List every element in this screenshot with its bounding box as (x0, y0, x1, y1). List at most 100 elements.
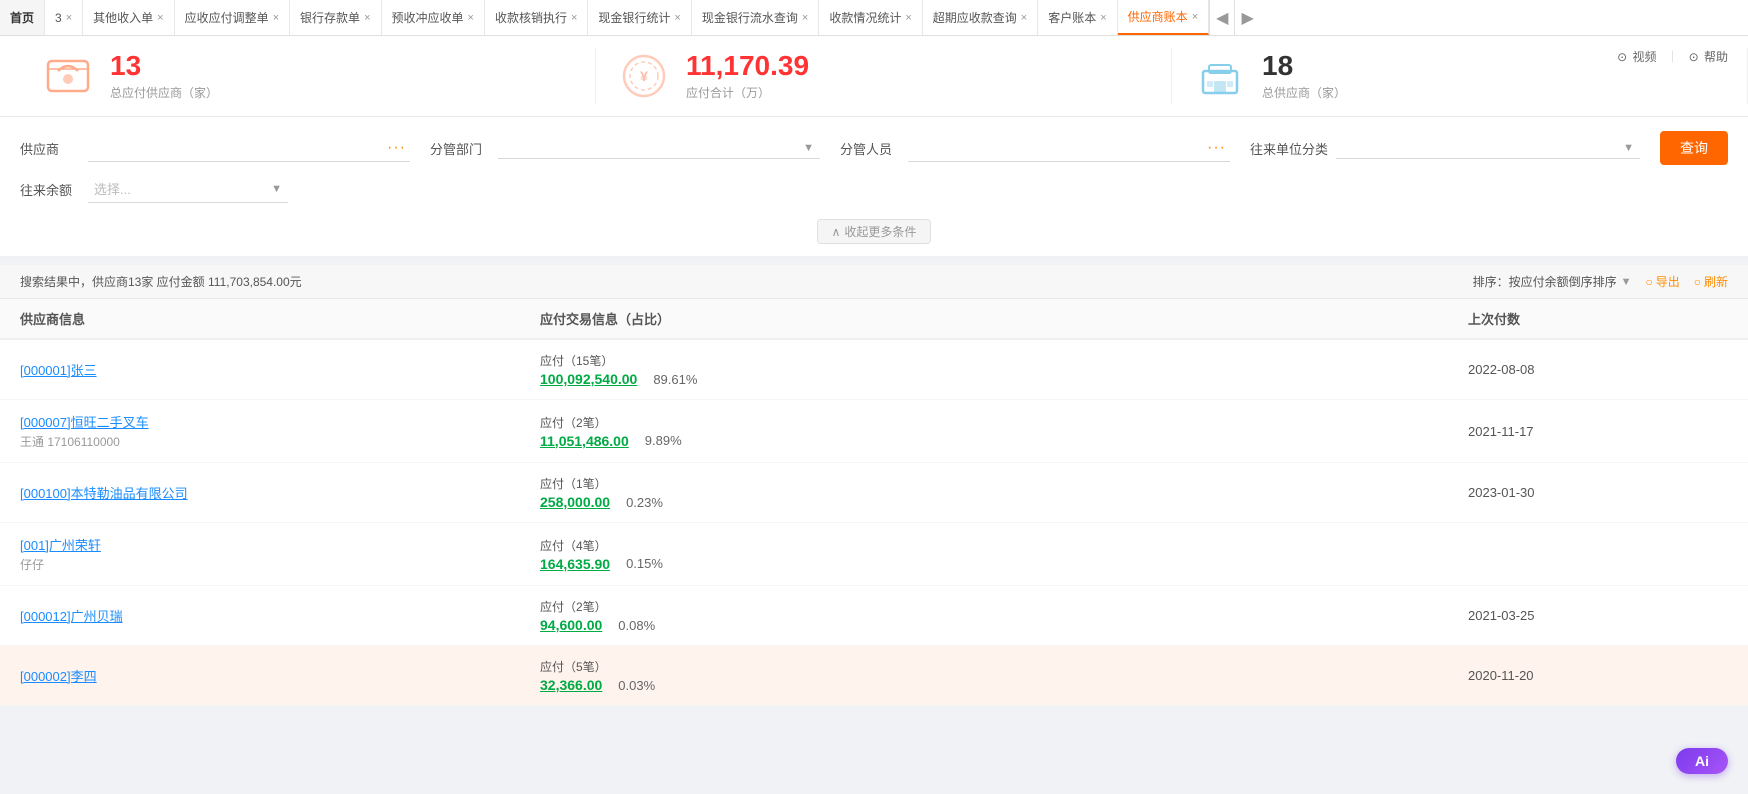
col-header-lastpay: 上次付数 (1468, 309, 1728, 328)
nav-next-arrow[interactable]: ▶ (1234, 0, 1259, 35)
collapse-up-icon: ∧ (832, 225, 841, 239)
supplier-link-6[interactable]: [000002]李四 (20, 669, 97, 684)
tx-percent-5: 0.08% (618, 618, 655, 633)
refresh-button[interactable]: ○ 刷新 (1694, 273, 1728, 290)
refresh-icon: ○ (1694, 275, 1701, 289)
tx-amount-4[interactable]: 164,635.90 (540, 556, 610, 572)
sort-control[interactable]: 排序：按应付余额倒序排序 ▼ (1473, 273, 1632, 290)
filter-row-1: 供应商 ··· 分管部门 ▼ 分管人员 ··· 往来单位分类 (20, 131, 1728, 165)
nav-tab-receipt-stat[interactable]: 收款情况统计 × (819, 0, 922, 35)
tx-label-4: 应付（4笔） (540, 537, 1468, 554)
ap-adjustment-label: 应收应付调整单 (185, 9, 269, 26)
nav-tab-other-income[interactable]: 其他收入单 × (83, 0, 174, 35)
supplier-input[interactable] (92, 136, 387, 159)
nav-tab-overdue-query[interactable]: 超期应收款查询 × (923, 0, 1038, 35)
table-row[interactable]: [000100]本特勒油品有限公司 应付（1笔） 258,000.00 0.23… (0, 463, 1748, 523)
customer-account-close-icon[interactable]: × (1100, 12, 1106, 24)
export-icon: ○ (1645, 275, 1652, 289)
tx-amount-5[interactable]: 94,600.00 (540, 617, 602, 633)
nav-tab-customer-account[interactable]: 客户账本 × (1038, 0, 1117, 35)
tx-percent-3: 0.23% (626, 495, 663, 510)
stat-info-total-suppliers: 18 总供应商（家） (1262, 52, 1346, 101)
last-pay-6: 2020-11-20 (1468, 668, 1728, 683)
supplier-link-3[interactable]: [000100]本特勒油品有限公司 (20, 486, 188, 501)
nav-tab-ap-adjustment[interactable]: 应收应付调整单 × (175, 0, 290, 35)
video-link[interactable]: ⊙ 视频 (1617, 48, 1656, 65)
cash-bank-stat-close-icon[interactable]: × (674, 12, 680, 24)
collapse-label: 收起更多条件 (844, 223, 916, 240)
bank-deposit-label: 银行存款单 (300, 9, 360, 26)
nav-tab-supplier-account[interactable]: 供应商账本 × (1118, 0, 1209, 35)
supplier-link-4[interactable]: [001]广州荣轩 (20, 538, 101, 553)
export-button[interactable]: ○ 导出 (1645, 273, 1679, 290)
table-row[interactable]: [001]广州荣轩 仔仔 应付（4笔） 164,635.90 0.15% (0, 523, 1748, 586)
video-circle-icon: ⊙ (1617, 50, 1627, 64)
tx-amount-1[interactable]: 100,092,540.00 (540, 371, 637, 387)
ap-total-icon: ¥ (616, 48, 672, 104)
nav-prev-arrow[interactable]: ◀ (1209, 0, 1234, 35)
other-income-close-icon[interactable]: × (157, 12, 163, 24)
tx-info-5: 应付（2笔） 94,600.00 0.08% (540, 598, 1468, 633)
stat-label-payable: 总应付供应商（家） (110, 84, 218, 101)
table-row[interactable]: [000007]恒旺二手叉车 王通 17106110000 应付（2笔） 11,… (0, 400, 1748, 463)
help-link[interactable]: ⊙ 帮助 (1689, 48, 1728, 65)
tx-info-4: 应付（4笔） 164,635.90 0.15% (540, 537, 1468, 572)
nav-tab-bank-deposit[interactable]: 银行存款单 × (290, 0, 381, 35)
overdue-query-label: 超期应收款查询 (933, 9, 1017, 26)
search-button[interactable]: 查询 (1660, 131, 1728, 165)
cash-bank-stat-label: 现金银行统计 (598, 9, 670, 26)
tx-amount-3[interactable]: 258,000.00 (540, 494, 610, 510)
tab3-close-icon[interactable]: × (66, 12, 72, 24)
supplier-info-3: [000100]本特勒油品有限公司 (20, 483, 540, 502)
home-label: 首页 (10, 9, 34, 26)
person-input[interactable] (912, 136, 1207, 159)
supplier-info-5: [000012]广州贝瑞 (20, 606, 540, 625)
overdue-query-close-icon[interactable]: × (1021, 12, 1027, 24)
tx-amount-6[interactable]: 32,366.00 (540, 677, 602, 693)
result-actions: 排序：按应付余额倒序排序 ▼ ○ 导出 ○ 刷新 (1473, 273, 1728, 290)
nav-tab-cash-bank-stat[interactable]: 现金银行统计 × (588, 0, 691, 35)
advance-receive-close-icon[interactable]: × (468, 12, 474, 24)
customer-account-label: 客户账本 (1048, 9, 1096, 26)
tx-percent-2: 9.89% (645, 433, 682, 448)
stat-label-ap-total: 应付合计（万） (686, 84, 809, 101)
dept-label: 分管部门 (430, 139, 490, 158)
bank-deposit-close-icon[interactable]: × (364, 12, 370, 24)
person-dots-icon[interactable]: ··· (1207, 139, 1226, 157)
cash-bank-flow-label: 现金银行流水查询 (702, 9, 798, 26)
tx-amount-2[interactable]: 11,051,486.00 (540, 433, 629, 449)
supplier-account-close-icon[interactable]: × (1192, 11, 1198, 23)
cash-bank-flow-close-icon[interactable]: × (802, 12, 808, 24)
dept-select[interactable]: ▼ (498, 138, 820, 159)
help-circle-icon: ⊙ (1689, 50, 1699, 64)
nav-tab-receipt-verify[interactable]: 收款核销执行 × (485, 0, 588, 35)
receipt-stat-close-icon[interactable]: × (905, 12, 911, 24)
table-row[interactable]: [000012]广州贝瑞 应付（2笔） 94,600.00 0.08% 2021… (0, 586, 1748, 646)
nav-tab-cash-bank-flow[interactable]: 现金银行流水查询 × (692, 0, 819, 35)
top-navigation: 首页 3 × 其他收入单 × 应收应付调整单 × 银行存款单 × 预收冲应收单 … (0, 0, 1748, 36)
tx-row-2: 11,051,486.00 9.89% (540, 433, 1468, 449)
advance-receive-label: 预收冲应收单 (392, 9, 464, 26)
col-header-supplier: 供应商信息 (20, 309, 540, 328)
table-row[interactable]: [000002]李四 应付（5笔） 32,366.00 0.03% 2020-1… (0, 646, 1748, 706)
supplier-link-1[interactable]: [000001]张三 (20, 363, 97, 378)
balance-select[interactable]: 选择... ▼ (88, 175, 288, 203)
nav-tab-3[interactable]: 3 × (45, 0, 83, 35)
nav-tab-advance-receive[interactable]: 预收冲应收单 × (382, 0, 485, 35)
ap-adjustment-close-icon[interactable]: × (273, 12, 279, 24)
ai-badge[interactable]: Ai (1676, 748, 1728, 774)
table-row[interactable]: [000001]张三 应付（15笔） 100,092,540.00 89.61%… (0, 340, 1748, 400)
supplier-link-5[interactable]: [000012]广州贝瑞 (20, 609, 123, 624)
collapse-button[interactable]: ∧ 收起更多条件 (817, 219, 932, 244)
top-right-links: ⊙ 视频 ｜ ⊙ 帮助 (1617, 48, 1728, 65)
tx-label-5: 应付（2笔） (540, 598, 1468, 615)
nav-tab-home[interactable]: 首页 (0, 0, 45, 35)
tx-info-2: 应付（2笔） 11,051,486.00 9.89% (540, 414, 1468, 449)
tx-row-4: 164,635.90 0.15% (540, 556, 1468, 572)
svg-text:¥: ¥ (640, 68, 648, 84)
category-select[interactable]: ▼ (1336, 138, 1640, 159)
category-dropdown-icon: ▼ (1623, 142, 1634, 154)
supplier-dots-icon[interactable]: ··· (387, 139, 406, 157)
receipt-verify-close-icon[interactable]: × (571, 12, 577, 24)
supplier-link-2[interactable]: [000007]恒旺二手叉车 (20, 415, 149, 430)
